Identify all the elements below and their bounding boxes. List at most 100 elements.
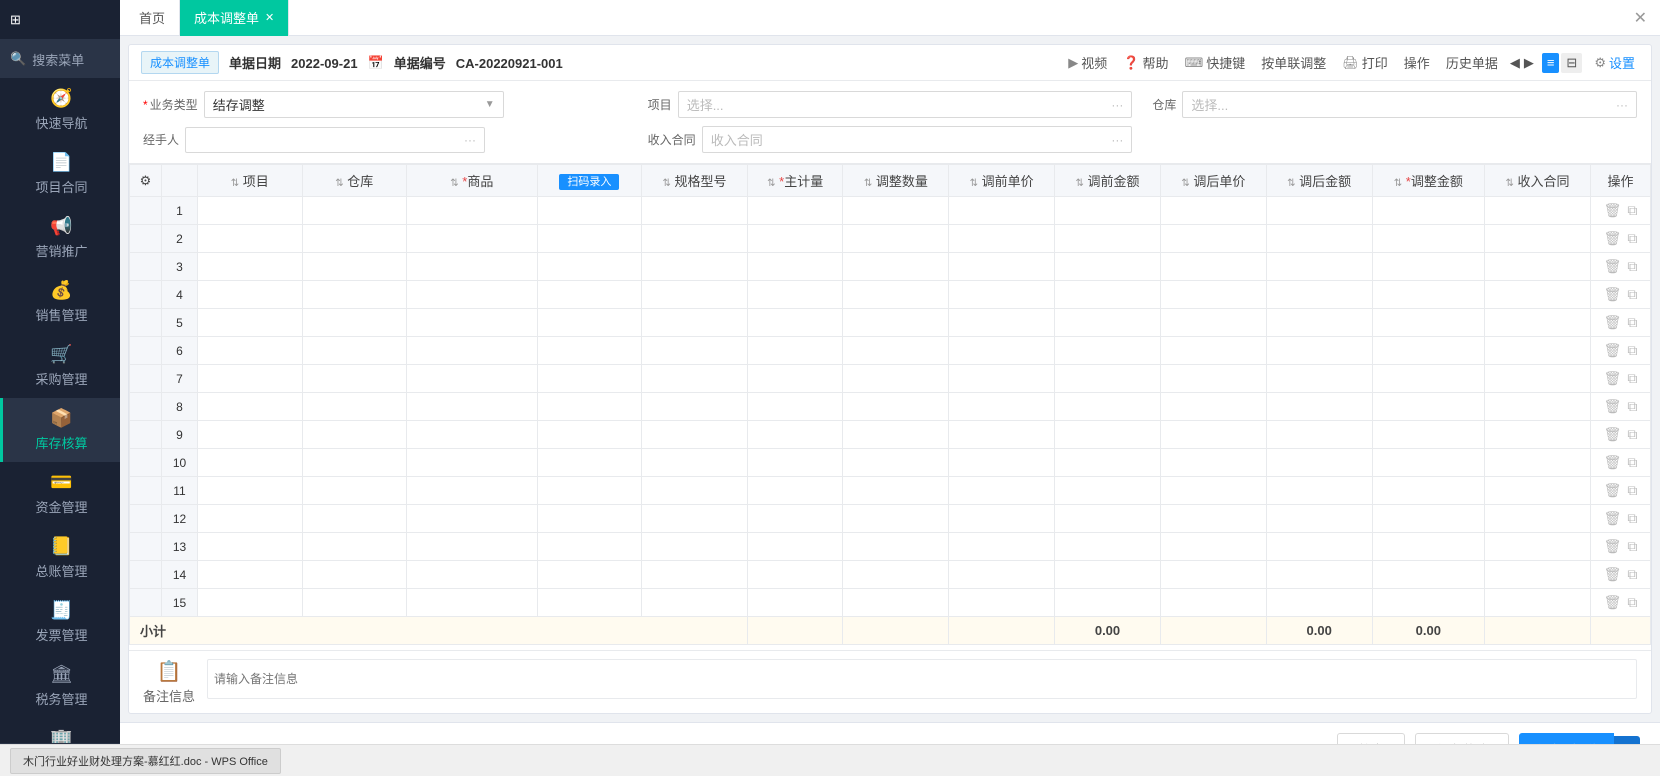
delete-icon[interactable]: 🗑 <box>1604 286 1622 303</box>
table-row[interactable]: 15🗑⧉ <box>130 589 1651 617</box>
col-project[interactable]: ⇅ 项目 <box>198 165 303 197</box>
copy-icon[interactable]: ⧉ <box>1627 370 1637 387</box>
table-row[interactable]: 13🗑⧉ <box>130 533 1651 561</box>
notes-icon[interactable]: 📋 备注信息 <box>143 659 195 705</box>
copy-icon[interactable]: ⧉ <box>1627 230 1637 247</box>
sidebar-item-purchase-mgmt[interactable]: 🛒 采购管理 <box>0 334 120 398</box>
tab-home[interactable]: 首页 <box>125 0 180 36</box>
next-icon[interactable]: ▶ <box>1524 55 1534 71</box>
sidebar-item-tax[interactable]: 🏛 税务管理 <box>0 654 120 718</box>
col-prev-amount[interactable]: ⇅ 调前金额 <box>1055 165 1161 197</box>
copy-icon[interactable]: ⧉ <box>1627 286 1637 303</box>
col-scan[interactable]: 扫码录入 <box>537 165 642 197</box>
sidebar-item-sales-promotion[interactable]: 📢 营销推广 <box>0 206 120 270</box>
delete-icon[interactable]: 🗑 <box>1604 454 1622 471</box>
table-row[interactable]: 8🗑⧉ <box>130 393 1651 421</box>
sidebar-item-sales-mgmt[interactable]: 💰 销售管理 <box>0 270 120 334</box>
col-settings[interactable]: ⚙ <box>130 165 162 197</box>
col-prev-unit-price[interactable]: ⇅ 调前单价 <box>949 165 1055 197</box>
col-spec[interactable]: ⇅ 规格型号 <box>642 165 748 197</box>
sidebar-item-finance[interactable]: 💳 资金管理 <box>0 462 120 526</box>
prev-icon[interactable]: ◀ <box>1510 55 1520 71</box>
sidebar-item-quick-nav[interactable]: 🧭 快速导航 <box>0 78 120 142</box>
project-input[interactable]: 选择... ··· <box>678 91 1133 118</box>
delete-icon[interactable]: 🗑 <box>1604 398 1622 415</box>
copy-icon[interactable]: ⧉ <box>1627 454 1637 471</box>
copy-icon[interactable]: ⧉ <box>1627 398 1637 415</box>
toolbar-btn-video[interactable]: ▶ 视频 <box>1064 51 1111 74</box>
copy-icon[interactable]: ⧉ <box>1627 538 1637 555</box>
col-after-amount[interactable]: ⇅ 调后金额 <box>1266 165 1372 197</box>
sidebar-item-fixed-assets[interactable]: 🏢 固定资产 <box>0 718 120 743</box>
delete-icon[interactable]: 🗑 <box>1604 566 1622 583</box>
copy-icon[interactable]: ⧉ <box>1627 202 1637 219</box>
sidebar-item-label: 税务管理 <box>35 689 87 708</box>
table-row[interactable]: 7🗑⧉ <box>130 365 1651 393</box>
table-row[interactable]: 4🗑⧉ <box>130 281 1651 309</box>
col-after-unit-price[interactable]: ⇅ 调后单价 <box>1160 165 1266 197</box>
delete-icon[interactable]: 🗑 <box>1604 538 1622 555</box>
scan-btn[interactable]: 扫码录入 <box>559 174 619 190</box>
tab-close-right[interactable]: ✕ <box>1626 8 1655 28</box>
list-view-icon[interactable]: ⊟ <box>1561 53 1582 73</box>
handler-input[interactable]: ··· <box>185 127 485 153</box>
taskbar-item[interactable]: 木门行业好业财处理方案-慕红红.doc - WPS Office <box>10 748 281 774</box>
sidebar-item-inventory[interactable]: 📦 库存核算 <box>0 398 120 462</box>
col-adjust-qty[interactable]: ⇅ 调整数量 <box>843 165 949 197</box>
delete-icon[interactable]: 🗑 <box>1604 594 1622 611</box>
copy-icon[interactable]: ⧉ <box>1627 594 1637 611</box>
delete-icon[interactable]: 🗑 <box>1604 202 1622 219</box>
table-row[interactable]: 6🗑⧉ <box>130 337 1651 365</box>
toolbar-btn-history[interactable]: 历史单据 <box>1442 51 1502 74</box>
delete-icon[interactable]: 🗑 <box>1604 510 1622 527</box>
table-row[interactable]: 1🗑⧉ <box>130 197 1651 225</box>
table-row[interactable]: 12🗑⧉ <box>130 505 1651 533</box>
toolbar-btn-help[interactable]: ❓ 帮助 <box>1119 51 1172 74</box>
toolbar-btn-operation[interactable]: 操作 <box>1400 51 1434 74</box>
delete-icon[interactable]: 🗑 <box>1604 482 1622 499</box>
copy-icon[interactable]: ⧉ <box>1627 342 1637 359</box>
copy-icon[interactable]: ⧉ <box>1627 314 1637 331</box>
table-row[interactable]: 11🗑⧉ <box>130 477 1651 505</box>
notes-input[interactable] <box>207 659 1637 699</box>
toolbar-btn-batch[interactable]: 按单联调整 <box>1257 51 1330 74</box>
warehouse-input[interactable]: 选择... ··· <box>1182 91 1637 118</box>
table-row[interactable]: 10🗑⧉ <box>130 449 1651 477</box>
grid-view-icon[interactable]: ≡ <box>1542 53 1560 73</box>
copy-icon[interactable]: ⧉ <box>1627 426 1637 443</box>
col-adjust-amount[interactable]: ⇅ *调整金额 <box>1372 165 1484 197</box>
table-row[interactable]: 5🗑⧉ <box>130 309 1651 337</box>
delete-icon[interactable]: 🗑 <box>1604 426 1622 443</box>
warehouse-placeholder: 选择... <box>1191 95 1228 114</box>
income-contract-input[interactable]: 收入合同 ··· <box>702 126 1133 153</box>
settings-btn[interactable]: ⚙ 设置 <box>1590 51 1639 74</box>
tab-cost-adjust[interactable]: 成本调整单 ✕ <box>180 0 289 36</box>
delete-icon[interactable]: 🗑 <box>1604 230 1622 247</box>
table-row[interactable]: 2🗑⧉ <box>130 225 1651 253</box>
sidebar-item-invoice[interactable]: 🧾 发票管理 <box>0 590 120 654</box>
col-product[interactable]: ⇅ *商品 <box>407 165 538 197</box>
col-income-contract[interactable]: ⇅ 收入合同 <box>1485 165 1591 197</box>
sidebar-search[interactable]: 🔍 搜索菜单 <box>0 40 120 78</box>
delete-icon[interactable]: 🗑 <box>1604 370 1622 387</box>
copy-icon[interactable]: ⧉ <box>1627 566 1637 583</box>
toolbar-btn-print[interactable]: 🖨 打印 <box>1338 51 1392 74</box>
col-warehouse[interactable]: ⇅ 仓库 <box>302 165 407 197</box>
delete-icon[interactable]: 🗑 <box>1604 258 1622 275</box>
sidebar-item-project-contract[interactable]: 📄 项目合同 <box>0 142 120 206</box>
business-type-input[interactable]: 结存调整 ▼ <box>204 91 504 118</box>
delete-icon[interactable]: 🗑 <box>1604 314 1622 331</box>
copy-icon[interactable]: ⧉ <box>1627 510 1637 527</box>
calendar-icon[interactable]: 📅 <box>368 55 384 71</box>
table-row[interactable]: 14🗑⧉ <box>130 561 1651 589</box>
delete-icon[interactable]: 🗑 <box>1604 342 1622 359</box>
col-unit[interactable]: ⇅ *主计量 <box>747 165 842 197</box>
table-row[interactable]: 3🗑⧉ <box>130 253 1651 281</box>
toolbar-btn-shortcut[interactable]: ⌨ 快捷键 <box>1180 51 1249 74</box>
sidebar-item-ledger[interactable]: 📒 总账管理 <box>0 526 120 590</box>
quick-nav-icon: 🧭 <box>50 88 72 109</box>
copy-icon[interactable]: ⧉ <box>1627 258 1637 275</box>
copy-icon[interactable]: ⧉ <box>1627 482 1637 499</box>
table-row[interactable]: 9🗑⧉ <box>130 421 1651 449</box>
tab-close-icon[interactable]: ✕ <box>265 11 274 24</box>
